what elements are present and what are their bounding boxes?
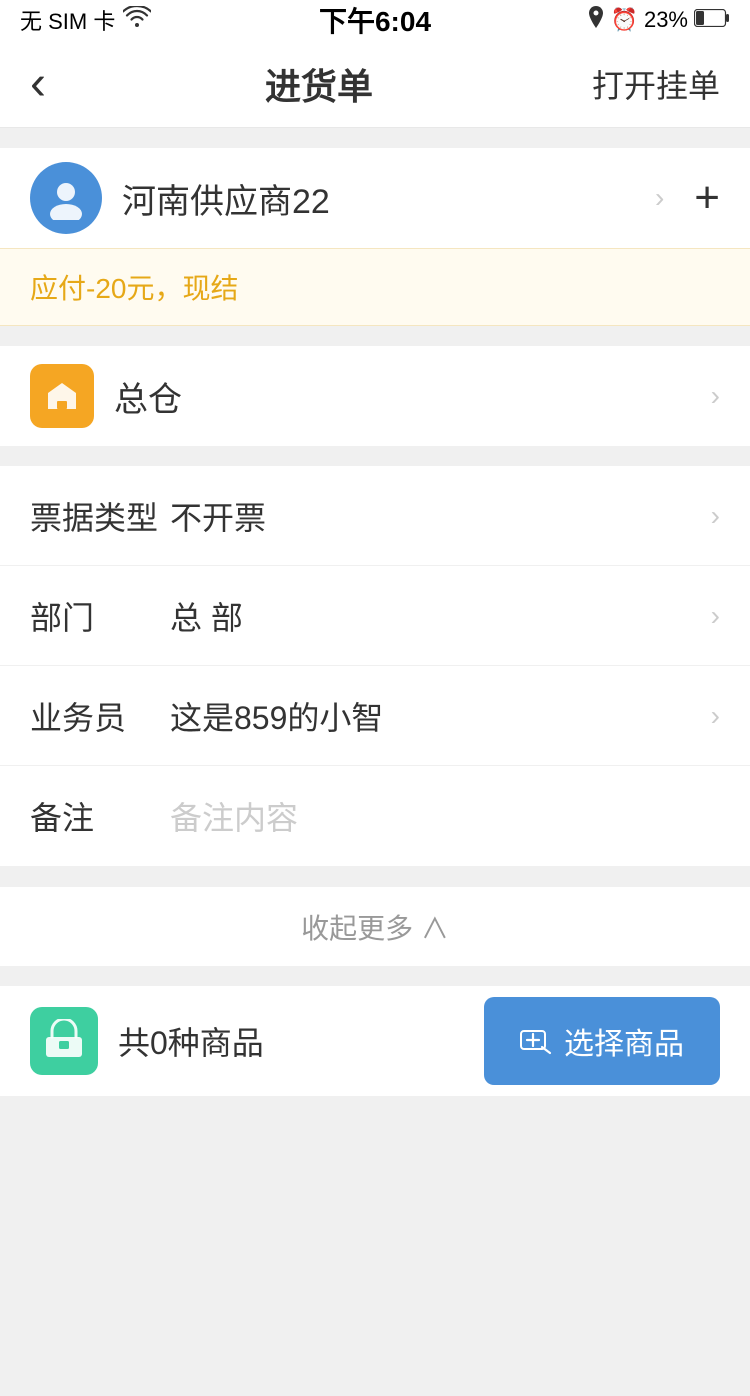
invoice-type-label: 票据类型 xyxy=(30,493,160,539)
supplier-card: 河南供应商22 › + 应付-20元，现结 xyxy=(0,148,750,326)
supplier-row[interactable]: 河南供应商22 › + xyxy=(0,148,750,248)
sim-label: 无 SIM 卡 xyxy=(20,4,115,36)
remark-row[interactable]: 备注 备注内容 xyxy=(0,766,750,866)
select-product-label: 选择商品 xyxy=(564,1019,684,1063)
status-right: ⏰ 23% xyxy=(587,6,730,34)
alarm-icon: ⏰ xyxy=(611,7,638,33)
bottom-bar: 共0种商品 选择商品 xyxy=(0,986,750,1096)
notice-text: 应付-20元，现结 xyxy=(30,273,238,304)
department-label: 部门 xyxy=(30,593,160,639)
invoice-type-row[interactable]: 票据类型 不开票 › xyxy=(0,466,750,566)
back-button[interactable]: ‹ xyxy=(30,56,46,111)
page-title: 进货单 xyxy=(265,58,373,110)
department-value: 总 部 xyxy=(160,593,711,639)
location-icon xyxy=(587,6,605,34)
salesperson-arrow-icon: › xyxy=(711,700,720,732)
page-bg xyxy=(0,1096,750,1396)
collapse-bar[interactable]: 收起更多 ∧ xyxy=(0,886,750,966)
invoice-type-arrow-icon: › xyxy=(711,500,720,532)
warehouse-row[interactable]: 总仓 › xyxy=(0,346,750,446)
salesperson-label: 业务员 xyxy=(30,693,160,739)
wifi-icon xyxy=(123,6,151,34)
form-section: 票据类型 不开票 › 部门 总 部 › 业务员 这是859的小智 › 备注 备注… xyxy=(0,466,750,866)
content-area: 河南供应商22 › + 应付-20元，现结 总仓 › 票据类型 不开票 › 部门… xyxy=(0,128,750,1396)
salesperson-value: 这是859的小智 xyxy=(160,693,711,739)
department-arrow-icon: › xyxy=(711,600,720,632)
status-bar: 无 SIM 卡 下午6:04 ⏰ 23% xyxy=(0,0,750,40)
supplier-avatar xyxy=(30,162,102,234)
remark-value[interactable]: 备注内容 xyxy=(160,793,720,839)
gap-1 xyxy=(0,128,750,148)
warehouse-arrow-icon: › xyxy=(711,380,720,412)
status-time: 下午6:04 xyxy=(319,0,431,40)
battery-percent: 23% xyxy=(644,7,688,33)
collapse-label: 收起更多 ∧ xyxy=(301,907,449,947)
open-pending-button[interactable]: 打开挂单 xyxy=(592,61,720,107)
warehouse-icon xyxy=(30,364,94,428)
nav-bar: ‹ 进货单 打开挂单 xyxy=(0,40,750,128)
add-supplier-button[interactable]: + xyxy=(694,176,720,220)
department-row[interactable]: 部门 总 部 › xyxy=(0,566,750,666)
warehouse-name: 总仓 xyxy=(114,372,711,421)
battery-icon xyxy=(694,7,730,33)
supplier-name: 河南供应商22 xyxy=(122,174,655,223)
status-left: 无 SIM 卡 xyxy=(20,4,151,36)
select-product-button[interactable]: 选择商品 xyxy=(484,997,720,1085)
product-count: 共0种商品 xyxy=(118,1018,484,1064)
invoice-type-value: 不开票 xyxy=(160,493,711,539)
product-icon xyxy=(30,1007,98,1075)
salesperson-row[interactable]: 业务员 这是859的小智 › xyxy=(0,666,750,766)
notice-bar: 应付-20元，现结 xyxy=(0,248,750,326)
remark-label: 备注 xyxy=(30,793,160,839)
supplier-arrow-icon: › xyxy=(655,182,664,214)
